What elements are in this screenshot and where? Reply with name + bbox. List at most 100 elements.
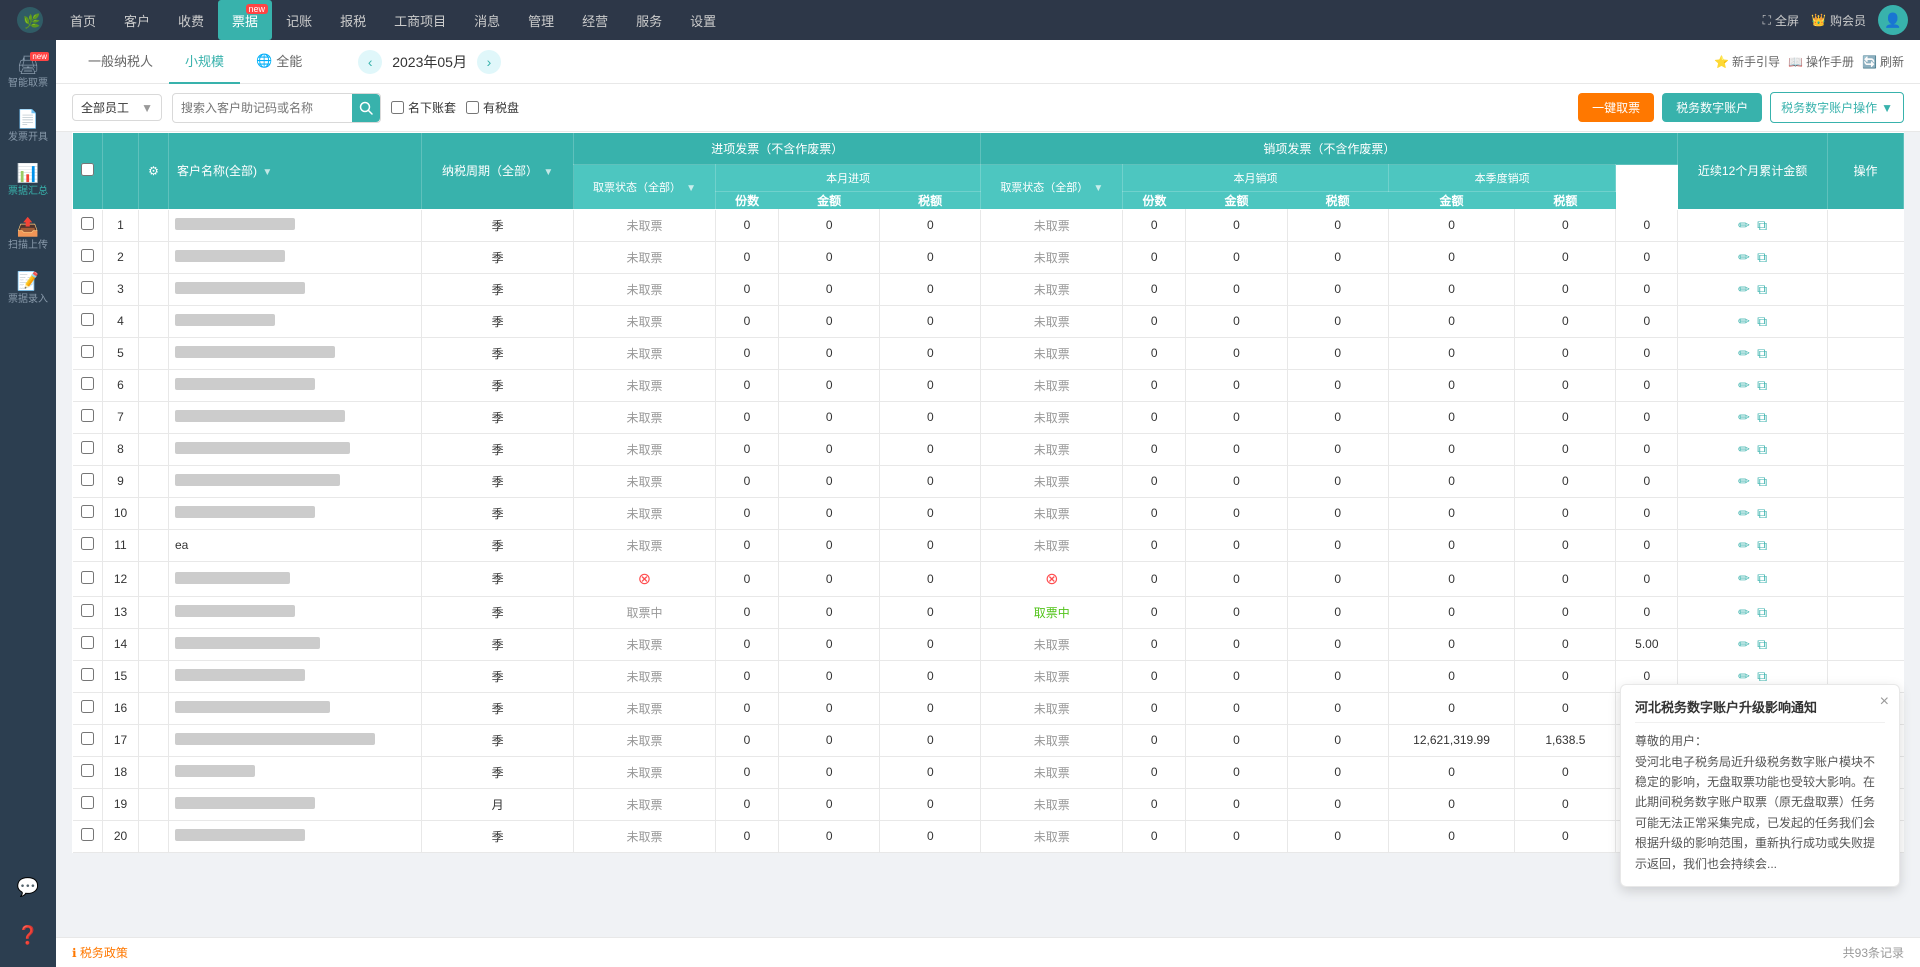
nav-item-settings[interactable]: 设置	[676, 0, 730, 40]
popup-close-button[interactable]: ×	[1880, 693, 1889, 711]
tax-policy-link[interactable]: ℹ 税务政策	[72, 944, 128, 961]
nav-item-customer[interactable]: 客户	[110, 0, 164, 40]
edit-button[interactable]: ✏	[1738, 281, 1750, 297]
row-checkbox[interactable]	[81, 571, 94, 584]
copy-button[interactable]: ⧉	[1757, 570, 1767, 586]
edit-button[interactable]: ✏	[1738, 409, 1750, 425]
refresh-button[interactable]: 🔄 刷新	[1862, 53, 1904, 70]
row-checkbox[interactable]	[81, 409, 94, 422]
th-tax-period[interactable]: 纳税周期（全部） ▼	[422, 133, 574, 210]
copy-button[interactable]: ⧉	[1757, 377, 1767, 393]
th-output-status[interactable]: 取票状态（全部） ▼	[981, 165, 1123, 210]
copy-button[interactable]: ⧉	[1757, 473, 1767, 489]
row-checkbox[interactable]	[81, 700, 94, 713]
new-guide-button[interactable]: ⭐ 新手引导	[1714, 53, 1780, 70]
edit-button[interactable]: ✏	[1738, 217, 1750, 233]
copy-button[interactable]: ⧉	[1757, 604, 1767, 620]
row-checkbox[interactable]	[81, 764, 94, 777]
edit-button[interactable]: ✏	[1738, 441, 1750, 457]
row-checkbox[interactable]	[81, 217, 94, 230]
tax-digital-ops-button[interactable]: 税务数字账户操作 ▼	[1770, 92, 1904, 123]
row-checkbox[interactable]	[81, 537, 94, 550]
employee-select[interactable]: 全部员工 ▼	[72, 94, 162, 121]
edit-button[interactable]: ✏	[1738, 377, 1750, 393]
sidebar-item-invoice-summary[interactable]: 📊 票据汇总	[3, 156, 53, 206]
row-checkbox[interactable]	[81, 473, 94, 486]
row-checkbox[interactable]	[81, 796, 94, 809]
tax-digital-account-button[interactable]: 税务数字账户	[1662, 93, 1762, 122]
copy-button[interactable]: ⧉	[1757, 249, 1767, 265]
my-accounts-checkbox[interactable]	[391, 101, 404, 114]
row-checkbox[interactable]	[81, 249, 94, 262]
row-checkbox[interactable]	[81, 828, 94, 841]
row-checkbox[interactable]	[81, 668, 94, 681]
edit-button[interactable]: ✏	[1738, 473, 1750, 489]
row-checkbox[interactable]	[81, 377, 94, 390]
nav-item-operations[interactable]: 经营	[568, 0, 622, 40]
prev-month-button[interactable]: ‹	[358, 50, 382, 74]
edit-button[interactable]: ✏	[1738, 636, 1750, 652]
row-actions: ✏ ⧉	[1678, 369, 1828, 401]
sidebar-chat-button[interactable]: 💬	[8, 867, 48, 907]
customer-name-blurred: .	[175, 314, 275, 326]
has-tax-disc-checkbox[interactable]	[466, 101, 479, 114]
copy-button[interactable]: ⧉	[1757, 281, 1767, 297]
nav-item-message[interactable]: 消息	[460, 0, 514, 40]
nav-item-home[interactable]: 首页	[56, 0, 110, 40]
edit-button[interactable]: ✏	[1738, 537, 1750, 553]
sidebar-item-smart-fetch[interactable]: 🖨 智能取票 new	[3, 48, 53, 98]
row-checkbox[interactable]	[81, 345, 94, 358]
copy-button[interactable]: ⧉	[1757, 636, 1767, 652]
nav-item-fee[interactable]: 收费	[164, 0, 218, 40]
row-checkbox[interactable]	[81, 281, 94, 294]
sidebar-item-invoice-entry[interactable]: 📝 票据录入	[3, 264, 53, 314]
copy-button[interactable]: ⧉	[1757, 217, 1767, 233]
sidebar-item-scan-upload[interactable]: 📤 扫描上传	[3, 210, 53, 260]
search-button[interactable]	[352, 94, 380, 122]
app-logo[interactable]: 🌿	[12, 2, 48, 38]
one-click-fetch-button[interactable]: 一键取票	[1578, 93, 1654, 122]
nav-item-invoice[interactable]: 票据 new	[218, 0, 272, 40]
row-checkbox[interactable]	[81, 636, 94, 649]
edit-button[interactable]: ✏	[1738, 345, 1750, 361]
copy-button[interactable]: ⧉	[1757, 441, 1767, 457]
edit-button[interactable]: ✏	[1738, 313, 1750, 329]
edit-button[interactable]: ✏	[1738, 604, 1750, 620]
th-customer-name[interactable]: 客户名称(全部) ▼	[169, 133, 422, 210]
select-all-checkbox[interactable]	[81, 163, 94, 176]
user-avatar[interactable]: 👤	[1878, 5, 1908, 35]
next-month-button[interactable]: ›	[477, 50, 501, 74]
tab-general-taxpayer[interactable]: 一般纳税人	[72, 40, 169, 84]
copy-button[interactable]: ⧉	[1757, 668, 1767, 684]
copy-button[interactable]: ⧉	[1757, 409, 1767, 425]
copy-button[interactable]: ⧉	[1757, 505, 1767, 521]
row-checkbox[interactable]	[81, 313, 94, 326]
manual-button[interactable]: 📖 操作手册	[1788, 53, 1854, 70]
member-button[interactable]: 👑 购会员	[1811, 12, 1866, 29]
search-input[interactable]	[173, 96, 353, 120]
nav-item-manage[interactable]: 管理	[514, 0, 568, 40]
my-accounts-checkbox-label[interactable]: 名下账套	[391, 99, 456, 116]
row-checkbox[interactable]	[81, 441, 94, 454]
nav-item-business[interactable]: 工商项目	[380, 0, 460, 40]
row-checkbox[interactable]	[81, 732, 94, 745]
nav-item-account[interactable]: 记账	[272, 0, 326, 40]
edit-button[interactable]: ✏	[1738, 505, 1750, 521]
row-checkbox[interactable]	[81, 604, 94, 617]
copy-button[interactable]: ⧉	[1757, 345, 1767, 361]
copy-button[interactable]: ⧉	[1757, 313, 1767, 329]
sidebar-item-invoice-open[interactable]: 📄 发票开具	[3, 102, 53, 152]
has-tax-disc-checkbox-label[interactable]: 有税盘	[466, 99, 519, 116]
row-checkbox[interactable]	[81, 505, 94, 518]
sidebar-help-button[interactable]: ❓	[8, 915, 48, 955]
tab-small-scale[interactable]: 小规模	[169, 40, 240, 84]
edit-button[interactable]: ✏	[1738, 249, 1750, 265]
nav-item-tax[interactable]: 报税	[326, 0, 380, 40]
nav-item-service[interactable]: 服务	[622, 0, 676, 40]
copy-button[interactable]: ⧉	[1757, 537, 1767, 553]
tab-all-capable[interactable]: 🌐 全能	[240, 40, 318, 84]
fullscreen-button[interactable]: ⛶ 全屏	[1763, 12, 1799, 29]
th-input-status[interactable]: 取票状态（全部） ▼	[574, 165, 716, 210]
edit-button[interactable]: ✏	[1738, 668, 1750, 684]
edit-button[interactable]: ✏	[1738, 570, 1750, 586]
